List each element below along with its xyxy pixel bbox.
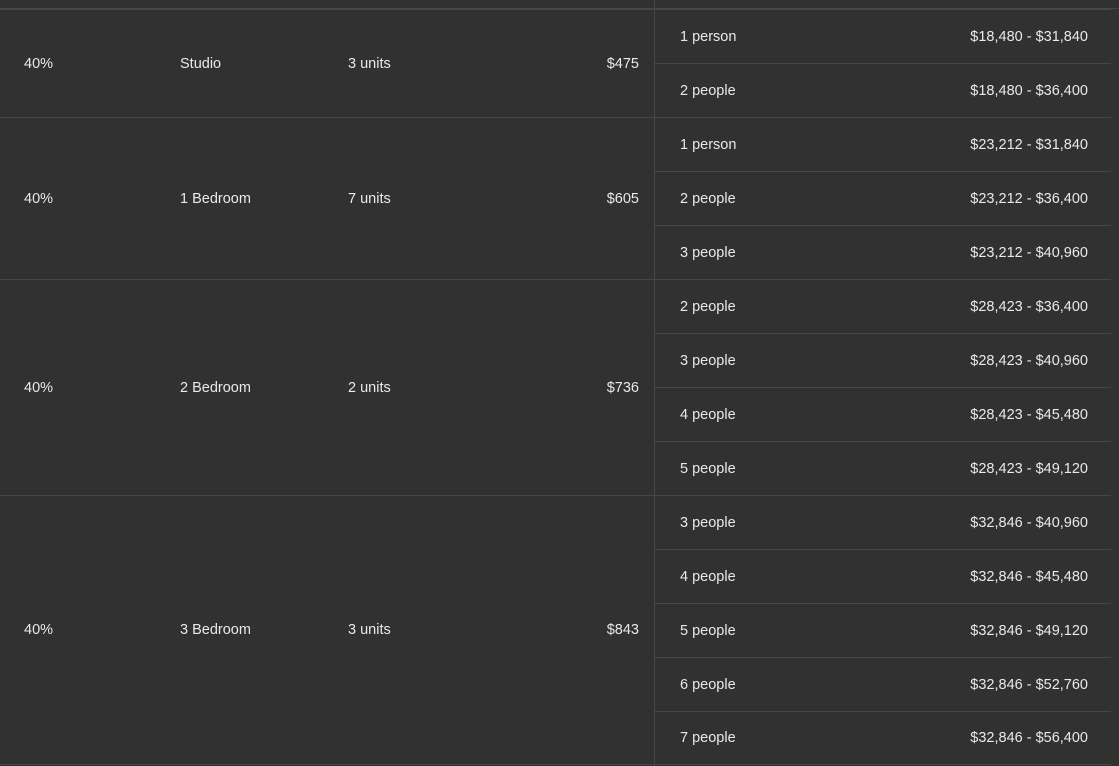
affordability-table: 40% Studio 3 units $475 40% 1 Bedroom 7 units $… <box>0 0 1119 766</box>
income-range-cell: $28,423 - $49,120 <box>970 460 1088 477</box>
income-range-cell: $18,480 - $31,840 <box>970 28 1088 45</box>
table-row[interactable]: 40% Studio 3 units $475 <box>0 9 654 117</box>
income-limit-row[interactable]: 3 people $32,846 - $40,960 <box>655 495 1111 549</box>
income-range-cell: $32,846 - $49,120 <box>970 622 1088 639</box>
income-range-cell: $32,846 - $45,480 <box>970 568 1088 585</box>
household-size-cell: 3 people <box>680 352 736 369</box>
income-limit-row[interactable]: 3 people $23,212 - $40,960 <box>655 225 1111 279</box>
unit-type-cell: 2 Bedroom <box>180 379 251 396</box>
income-limit-row[interactable]: 2 people $18,480 - $36,400 <box>655 63 1111 117</box>
income-range-cell: $32,846 - $52,760 <box>970 676 1088 693</box>
rent-amount-cell: $605 <box>606 190 639 207</box>
income-limit-row[interactable]: 1 person $18,480 - $31,840 <box>655 9 1111 63</box>
household-size-cell: 3 people <box>680 514 736 531</box>
unit-count-cell: 2 units <box>348 379 391 396</box>
income-limit-row[interactable]: 3 people $28,423 - $40,960 <box>655 333 1111 387</box>
household-size-cell: 4 people <box>680 568 736 585</box>
table-row[interactable]: 40% 2 Bedroom 2 units $736 <box>0 279 654 495</box>
income-range-cell: $28,423 - $36,400 <box>970 298 1088 315</box>
unit-type-cell: 1 Bedroom <box>180 190 251 207</box>
ami-percent-cell: 40% <box>24 622 54 638</box>
rent-amount-cell: $843 <box>606 622 639 638</box>
income-limit-row[interactable]: 6 people $32,846 - $52,760 <box>655 657 1111 711</box>
table-row[interactable]: 40% 3 Bedroom 3 units $843 <box>0 495 654 765</box>
ami-percent-cell: 40% <box>24 379 54 396</box>
rent-amount-cell: $475 <box>606 55 639 72</box>
income-limit-row[interactable]: 1 person $23,212 - $31,840 <box>655 117 1111 171</box>
income-range-cell: $23,212 - $36,400 <box>970 190 1088 207</box>
household-size-cell: 5 people <box>680 460 736 477</box>
ami-percent-cell: 40% <box>24 55 54 72</box>
income-range-cell: $23,212 - $40,960 <box>970 244 1088 261</box>
household-size-cell: 4 people <box>680 406 736 423</box>
household-size-cell: 1 person <box>680 136 737 153</box>
household-size-cell: 7 people <box>680 730 736 746</box>
income-limit-row[interactable]: 4 people $28,423 - $45,480 <box>655 387 1111 441</box>
income-limit-row[interactable]: 2 people $23,212 - $36,400 <box>655 171 1111 225</box>
household-size-cell: 2 people <box>680 298 736 315</box>
income-limit-row[interactable]: 2 people $28,423 - $36,400 <box>655 279 1111 333</box>
income-limit-row[interactable]: 5 people $32,846 - $49,120 <box>655 603 1111 657</box>
unit-type-cell: 3 Bedroom <box>180 622 251 638</box>
income-range-cell: $32,846 - $40,960 <box>970 514 1088 531</box>
rent-amount-cell: $736 <box>606 379 639 396</box>
income-limit-row[interactable]: 7 people $32,846 - $56,400 <box>655 711 1111 765</box>
unit-type-cell: Studio <box>180 55 222 72</box>
income-range-cell: $23,212 - $31,840 <box>970 136 1088 153</box>
unit-count-cell: 3 units <box>348 55 391 72</box>
income-range-cell: $28,423 - $40,960 <box>970 352 1088 369</box>
income-limits-pane: 1 person $18,480 - $31,840 2 people $18,480… <box>654 0 1119 766</box>
income-range-cell: $32,846 - $56,400 <box>970 730 1088 746</box>
ami-percent-cell: 40% <box>24 190 54 207</box>
income-range-cell: $18,480 - $36,400 <box>970 82 1088 99</box>
household-size-cell: 2 people <box>680 82 736 99</box>
unit-summary-pane: 40% Studio 3 units $475 40% 1 Bedroom 7 units $… <box>0 0 654 766</box>
household-size-cell: 2 people <box>680 190 736 207</box>
income-limit-row[interactable]: 4 people $32,846 - $45,480 <box>655 549 1111 603</box>
unit-count-cell: 3 units <box>348 622 391 638</box>
table-row[interactable]: 40% 1 Bedroom 7 units $605 <box>0 117 654 279</box>
household-size-cell: 5 people <box>680 622 736 639</box>
household-size-cell: 6 people <box>680 676 736 693</box>
income-range-cell: $28,423 - $45,480 <box>970 406 1088 423</box>
household-size-cell: 1 person <box>680 28 737 45</box>
unit-count-cell: 7 units <box>348 190 391 207</box>
income-limit-row[interactable]: 5 people $28,423 - $49,120 <box>655 441 1111 495</box>
household-size-cell: 3 people <box>680 244 736 261</box>
